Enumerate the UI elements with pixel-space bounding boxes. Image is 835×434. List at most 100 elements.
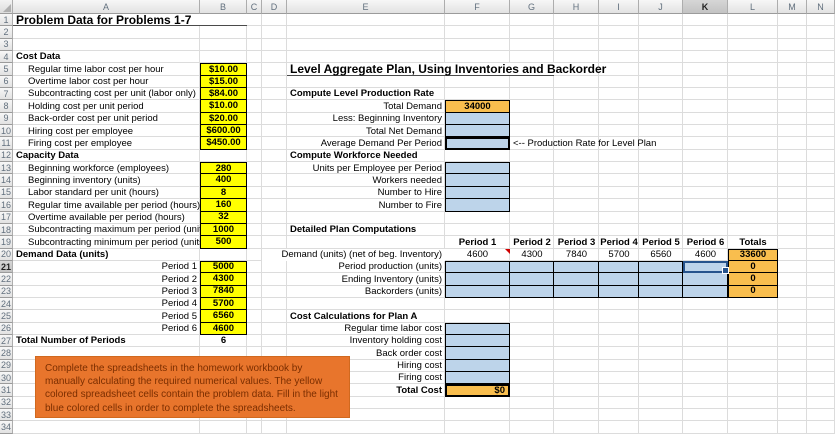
row-header-19[interactable]: 19 bbox=[0, 236, 13, 249]
cost-calc-input-cell[interactable] bbox=[445, 359, 510, 372]
cost-calc-input-cell[interactable] bbox=[445, 334, 510, 348]
row-header-24[interactable]: 24 bbox=[0, 297, 13, 311]
detailed-input-cell[interactable] bbox=[445, 273, 510, 286]
row-header-12[interactable]: 12 bbox=[0, 149, 13, 163]
row-header-21[interactable]: 21 bbox=[0, 260, 13, 274]
detailed-input-cell[interactable] bbox=[510, 260, 554, 274]
detailed-input-cell[interactable] bbox=[683, 273, 728, 286]
capacity-data-value-cell[interactable]: 32 bbox=[200, 211, 247, 224]
row-header-9[interactable]: 9 bbox=[0, 112, 13, 126]
detailed-input-cell[interactable] bbox=[445, 260, 510, 274]
level-rate-input-cell[interactable] bbox=[445, 112, 510, 126]
row-header-17[interactable]: 17 bbox=[0, 211, 13, 224]
col-header-K[interactable]: K bbox=[683, 0, 728, 14]
row-header-33[interactable]: 33 bbox=[0, 409, 13, 422]
row-header-14[interactable]: 14 bbox=[0, 174, 13, 187]
detailed-input-cell[interactable] bbox=[599, 273, 639, 286]
row-header-15[interactable]: 15 bbox=[0, 186, 13, 200]
cost-data-value-cell[interactable]: $15.00 bbox=[200, 75, 247, 89]
cost-calc-input-cell[interactable] bbox=[445, 322, 510, 335]
capacity-data-value-cell[interactable]: 8 bbox=[200, 186, 247, 200]
workforce-input-cell[interactable] bbox=[445, 174, 510, 187]
demand-value-cell[interactable]: 7840 bbox=[200, 285, 247, 298]
detailed-input-cell[interactable] bbox=[639, 273, 683, 286]
cost-calc-input-cell[interactable] bbox=[445, 371, 510, 385]
level-rate-input-cell[interactable] bbox=[445, 137, 510, 150]
detailed-input-cell[interactable] bbox=[445, 285, 510, 298]
row-header-1[interactable]: 1 bbox=[0, 14, 13, 27]
row-header-20[interactable]: 20 bbox=[0, 248, 13, 261]
row-header-25[interactable]: 25 bbox=[0, 310, 13, 323]
net-demand-value[interactable]: 4600 bbox=[445, 248, 510, 261]
row-header-11[interactable]: 11 bbox=[0, 137, 13, 150]
detailed-input-cell[interactable] bbox=[510, 273, 554, 286]
detailed-input-cell[interactable] bbox=[510, 285, 554, 298]
col-header-C[interactable]: C bbox=[247, 0, 262, 14]
level-rate-input-cell[interactable] bbox=[445, 125, 510, 138]
col-header-B[interactable]: B bbox=[200, 0, 247, 14]
cost-data-value-cell[interactable]: $84.00 bbox=[200, 88, 247, 101]
demand-value-cell[interactable]: 4300 bbox=[200, 273, 247, 286]
detailed-input-cell[interactable] bbox=[554, 285, 599, 298]
row-header-5[interactable]: 5 bbox=[0, 63, 13, 76]
col-header-L[interactable]: L bbox=[728, 0, 778, 14]
cost-data-value-cell[interactable]: $20.00 bbox=[200, 112, 247, 126]
col-header-H[interactable]: H bbox=[554, 0, 599, 14]
row-header-13[interactable]: 13 bbox=[0, 162, 13, 175]
detailed-input-cell[interactable] bbox=[554, 260, 599, 274]
row-header-31[interactable]: 31 bbox=[0, 384, 13, 397]
row-header-18[interactable]: 18 bbox=[0, 223, 13, 237]
row-header-16[interactable]: 16 bbox=[0, 199, 13, 212]
row-header-22[interactable]: 22 bbox=[0, 273, 13, 286]
demand-value-cell[interactable]: 4600 bbox=[200, 322, 247, 335]
col-header-D[interactable]: D bbox=[262, 0, 287, 14]
capacity-data-value-cell[interactable]: 1000 bbox=[200, 223, 247, 237]
cost-data-value-cell[interactable]: $450.00 bbox=[200, 137, 247, 150]
capacity-data-value-cell[interactable]: 160 bbox=[200, 199, 247, 212]
row-header-28[interactable]: 28 bbox=[0, 347, 13, 360]
detailed-input-cell[interactable] bbox=[554, 273, 599, 286]
row-header-6[interactable]: 6 bbox=[0, 75, 13, 89]
level-rate-input-cell[interactable]: 34000 bbox=[445, 100, 510, 113]
totals-value-cell[interactable]: 0 bbox=[728, 260, 778, 274]
row-header-3[interactable]: 3 bbox=[0, 38, 13, 52]
totals-value-cell[interactable]: 0 bbox=[728, 285, 778, 298]
total-cost-value-cell[interactable]: $0 bbox=[445, 384, 510, 397]
cost-data-value-cell[interactable]: $600.00 bbox=[200, 125, 247, 138]
net-demand-value[interactable]: 7840 bbox=[554, 249, 599, 261]
net-demand-value[interactable]: 4300 bbox=[510, 249, 554, 261]
cost-data-value-cell[interactable]: $10.00 bbox=[200, 63, 247, 76]
net-demand-value[interactable]: 4600 bbox=[683, 249, 728, 261]
demand-value-cell[interactable]: 5700 bbox=[200, 297, 247, 311]
row-header-32[interactable]: 32 bbox=[0, 396, 13, 409]
demand-value-cell[interactable]: 6560 bbox=[200, 310, 247, 323]
capacity-data-value-cell[interactable]: 400 bbox=[200, 174, 247, 187]
col-header-A[interactable]: A bbox=[13, 0, 200, 14]
totals-value-cell[interactable]: 33600 bbox=[728, 248, 778, 261]
capacity-data-value-cell[interactable]: 280 bbox=[200, 162, 247, 175]
row-header-8[interactable]: 8 bbox=[0, 100, 13, 113]
row-header-4[interactable]: 4 bbox=[0, 51, 13, 64]
col-header-G[interactable]: G bbox=[510, 0, 554, 14]
totals-value-cell[interactable]: 0 bbox=[728, 273, 778, 286]
col-header-M[interactable]: M bbox=[778, 0, 807, 14]
row-header-29[interactable]: 29 bbox=[0, 359, 13, 372]
detailed-input-cell[interactable] bbox=[639, 285, 683, 298]
net-demand-value[interactable]: 5700 bbox=[599, 249, 639, 261]
detailed-input-cell[interactable] bbox=[599, 260, 639, 274]
demand-value-cell[interactable]: 5000 bbox=[200, 260, 247, 274]
cost-calc-input-cell[interactable] bbox=[445, 347, 510, 360]
capacity-data-value-cell[interactable]: 500 bbox=[200, 236, 247, 249]
row-header-27[interactable]: 27 bbox=[0, 334, 13, 348]
cost-data-value-cell[interactable]: $10.00 bbox=[200, 100, 247, 113]
select-all-corner[interactable] bbox=[0, 0, 13, 14]
row-header-2[interactable]: 2 bbox=[0, 26, 13, 39]
col-header-N[interactable]: N bbox=[807, 0, 835, 14]
row-header-34[interactable]: 34 bbox=[0, 421, 13, 434]
col-header-J[interactable]: J bbox=[639, 0, 683, 14]
detailed-input-cell[interactable] bbox=[683, 260, 728, 274]
workforce-input-cell[interactable] bbox=[445, 199, 510, 212]
col-header-I[interactable]: I bbox=[599, 0, 639, 14]
detailed-input-cell[interactable] bbox=[599, 285, 639, 298]
row-header-26[interactable]: 26 bbox=[0, 322, 13, 335]
